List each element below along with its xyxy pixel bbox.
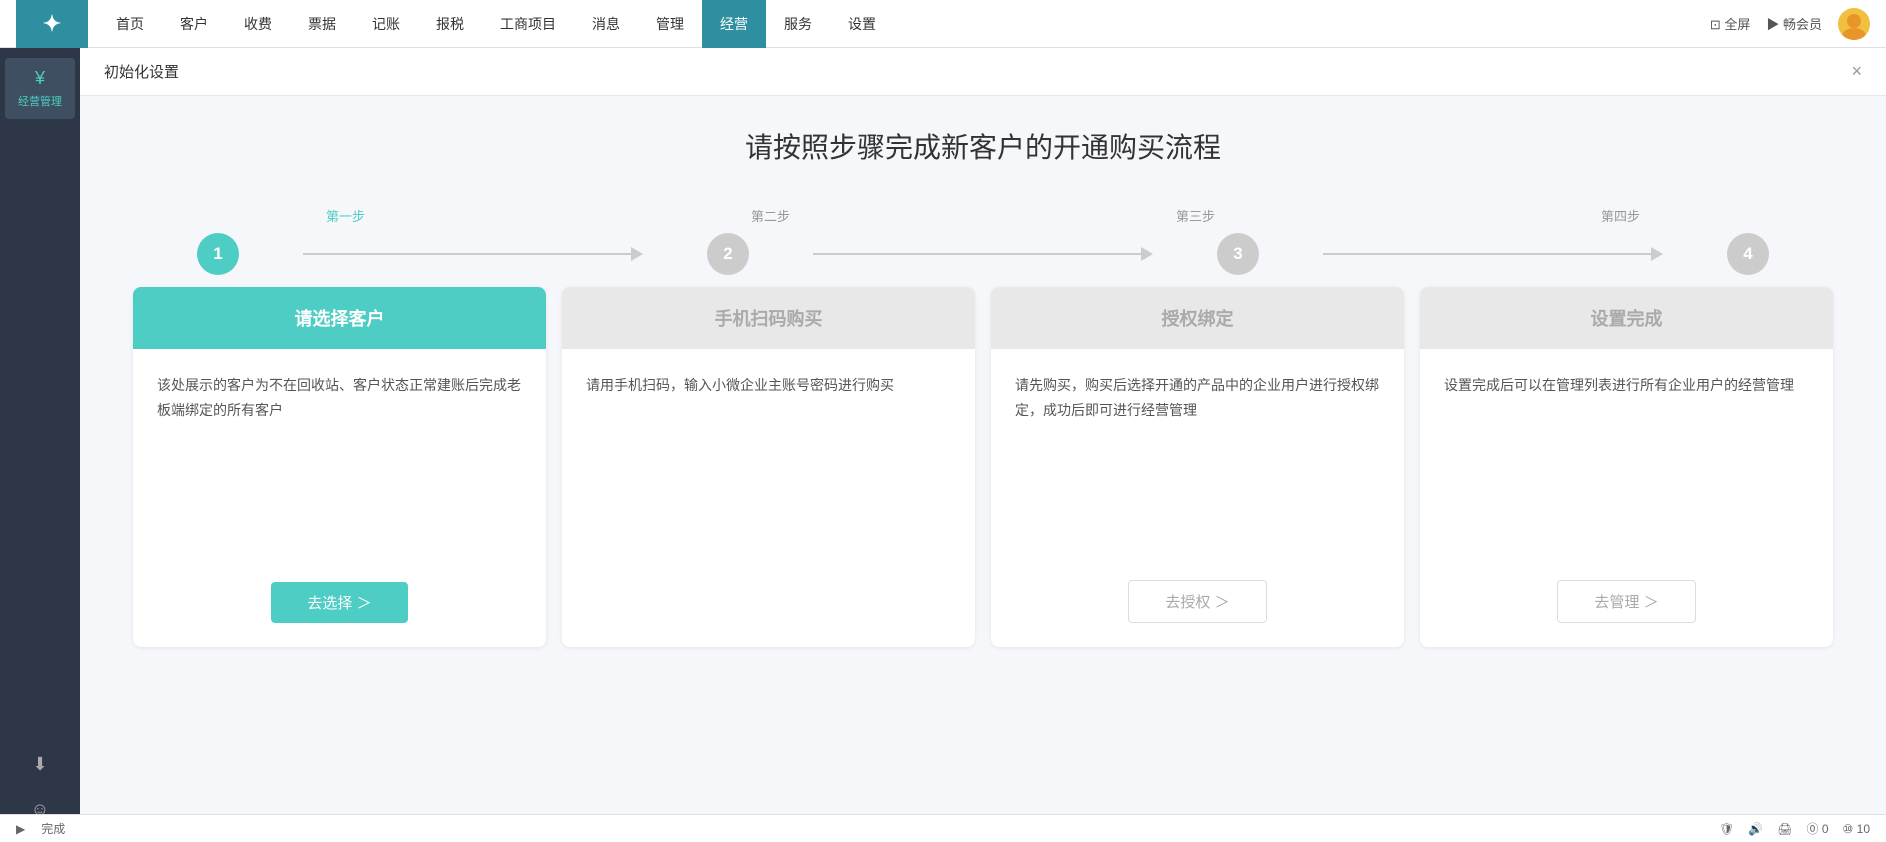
card-3-button[interactable]: 去授权 ＞	[1128, 580, 1266, 623]
card-4-header: 设置完成	[1420, 287, 1833, 349]
nav-accounting[interactable]: 记账	[354, 0, 418, 48]
nav-invoice[interactable]: 票据	[290, 0, 354, 48]
page-header: 初始化设置 ×	[80, 48, 1886, 96]
play-icon: ▶	[16, 822, 25, 836]
status-bar-right: 🛡 🔊 🖨 ⓪ 0 ⑩ 10	[1719, 820, 1870, 837]
card-4-button[interactable]: 去管理 ＞	[1557, 580, 1695, 623]
member-button[interactable]: ▶ 畅会员	[1766, 14, 1822, 33]
left-sidebar: ¥ 经营管理 ⬇ ☺	[0, 48, 80, 842]
step-1-node: 1	[133, 233, 303, 275]
step-4-circle: 4	[1727, 233, 1769, 275]
step-2-circle: 2	[707, 233, 749, 275]
wizard-container: 请按照步骤完成新客户的开通购买流程 第一步 第二步 第三步 第四步 1	[80, 96, 1886, 677]
status-text: 完成	[41, 820, 65, 837]
card-1-footer: 去选择 ＞	[133, 566, 546, 647]
page-title: 初始化设置	[104, 61, 179, 82]
connector-2-3	[813, 247, 1153, 261]
card-4-footer: 去管理 ＞	[1420, 564, 1833, 647]
step-labels-row: 第一步 第二步 第三步 第四步	[133, 206, 1833, 233]
nav-customer[interactable]: 客户	[162, 0, 226, 48]
print-icon: 🖨	[1777, 822, 1792, 836]
step-1-circle: 1	[197, 233, 239, 275]
card-4-body: 设置完成后可以在管理列表进行所有企业用户的经营管理	[1420, 349, 1833, 564]
nav-service[interactable]: 服务	[766, 0, 830, 48]
step-3-label: 第三步	[983, 206, 1408, 233]
card-2-body: 请用手机扫码，输入小微企业主账号密码进行购买	[562, 349, 975, 607]
step-2-node: 2	[643, 233, 813, 275]
app-logo: ✦	[16, 0, 88, 48]
card-2-footer	[562, 607, 975, 647]
nav-business[interactable]: 工商项目	[482, 0, 574, 48]
sidebar-download[interactable]: ⬇	[5, 744, 75, 785]
step-1-label: 第一步	[133, 206, 558, 233]
volume-icon: 🔊	[1748, 822, 1763, 836]
nav-manage[interactable]: 管理	[638, 0, 702, 48]
connector-3-4	[1323, 247, 1663, 261]
card-1-button[interactable]: 去选择 ＞	[271, 582, 407, 623]
shield-icon: 🛡	[1719, 822, 1734, 836]
sidebar-item-label: 经营管理	[18, 93, 62, 109]
card-2-header: 手机扫码购买	[562, 287, 975, 349]
card-3-header: 授权绑定	[991, 287, 1404, 349]
step-card-2: 手机扫码购买 请用手机扫码，输入小微企业主账号密码进行购买	[562, 287, 975, 647]
card-3-footer: 去授权 ＞	[991, 564, 1404, 647]
user-avatar[interactable]	[1838, 8, 1870, 40]
connector-1-2	[303, 247, 643, 261]
download-icon: ⬇	[32, 754, 47, 775]
logo-icon: ✦	[43, 11, 61, 37]
top-navigation: ✦ 首页 客户 收费 票据 记账 报税 工商项目 消息 管理 经营 服务 设置 …	[0, 0, 1886, 48]
steps-row: 第一步 第二步 第三步 第四步 1 2	[133, 206, 1833, 275]
status-bar: ▶ 完成 🛡 🔊 🖨 ⓪ 0 ⑩ 10	[0, 814, 1886, 842]
nav-fee[interactable]: 收费	[226, 0, 290, 48]
step-card-1: 请选择客户 该处展示的客户为不在回收站、客户状态正常建账后完成老板端绑定的所有客…	[133, 287, 546, 647]
sidebar-item-operation[interactable]: ¥ 经营管理	[5, 58, 75, 119]
nav-home[interactable]: 首页	[98, 0, 162, 48]
card-1-header: 请选择客户	[133, 287, 546, 349]
card-1-body: 该处展示的客户为不在回收站、客户状态正常建账后完成老板端绑定的所有客户	[133, 349, 546, 566]
nav-operation[interactable]: 经营	[702, 0, 766, 48]
wizard-heading: 请按照步骤完成新客户的开通购买流程	[745, 126, 1221, 166]
zero-indicator: ⓪ 0	[1807, 820, 1829, 837]
card-3-body: 请先购买，购买后选择开通的产品中的企业用户进行授权绑定，成功后即可进行经营管理	[991, 349, 1404, 564]
operation-icon: ¥	[35, 68, 45, 89]
step-card-3: 授权绑定 请先购买，购买后选择开通的产品中的企业用户进行授权绑定，成功后即可进行…	[991, 287, 1404, 647]
nav-message[interactable]: 消息	[574, 0, 638, 48]
step-4-label: 第四步	[1408, 206, 1833, 233]
step-2-label: 第二步	[558, 206, 983, 233]
main-content: 初始化设置 × 请按照步骤完成新客户的开通购买流程 第一步 第二步 第三步 第四…	[80, 48, 1886, 814]
step-3-node: 3	[1153, 233, 1323, 275]
nav-settings[interactable]: 设置	[830, 0, 894, 48]
fullscreen-button[interactable]: ⊡ 全屏	[1710, 14, 1751, 33]
step-icons-row: 1 2 3	[133, 233, 1833, 275]
close-button[interactable]: ×	[1851, 61, 1862, 82]
step-card-4: 设置完成 设置完成后可以在管理列表进行所有企业用户的经营管理 去管理 ＞	[1420, 287, 1833, 647]
nav-right-area: ⊡ 全屏 ▶ 畅会员	[1710, 8, 1870, 40]
step-4-node: 4	[1663, 233, 1833, 275]
ten-indicator: ⑩ 10	[1843, 822, 1870, 836]
nav-tax[interactable]: 报税	[418, 0, 482, 48]
cards-row: 请选择客户 该处展示的客户为不在回收站、客户状态正常建账后完成老板端绑定的所有客…	[133, 287, 1833, 647]
step-3-circle: 3	[1217, 233, 1259, 275]
